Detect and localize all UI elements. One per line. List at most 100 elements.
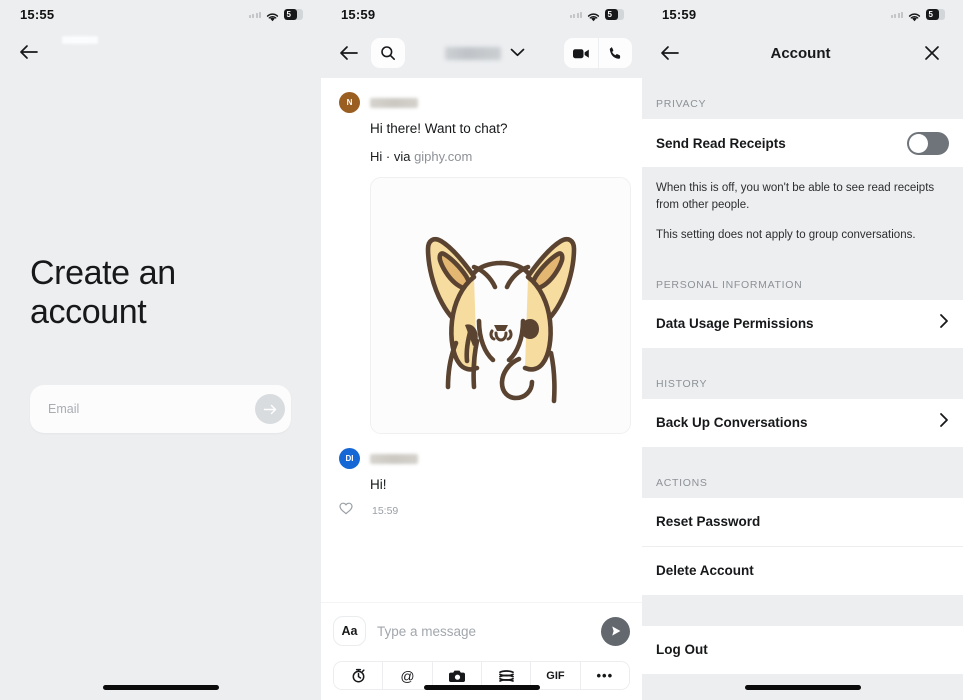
chat-nav-bar <box>321 28 642 78</box>
message-outgoing: DI Hi! 15:59 <box>321 448 642 520</box>
wifi-icon <box>266 9 279 22</box>
row-log-out[interactable]: Log Out <box>642 625 963 674</box>
status-time: 15:59 <box>662 6 697 22</box>
row-label: Delete Account <box>656 563 754 579</box>
message-body: Hi! <box>370 476 624 494</box>
sender-name-redacted <box>370 453 418 464</box>
section-gap <box>642 594 963 626</box>
message-meta: 15:59 <box>339 502 624 520</box>
panel-create-account: 15:55 5 Create an account <box>0 0 321 700</box>
panel-chat: 15:59 5 N Hi there! Want to chat? Hi · v… <box>321 0 642 700</box>
submit-email-button[interactable] <box>255 394 285 425</box>
gif-attribution: Hi · via giphy.com <box>370 149 624 164</box>
chevron-right-icon <box>939 412 949 433</box>
phone-call-icon[interactable] <box>598 38 632 68</box>
section-header-actions: ACTIONS <box>642 472 963 498</box>
battery-level: 5 <box>928 9 933 19</box>
status-indicators: 5 <box>890 8 945 22</box>
message-text: Hi! <box>370 477 387 493</box>
corgi-illustration <box>425 236 576 404</box>
status-indicators: 5 <box>248 8 303 22</box>
message-input[interactable] <box>377 623 590 639</box>
battery-level: 5 <box>286 9 291 19</box>
back-arrow-icon[interactable] <box>333 38 363 68</box>
conversation-title[interactable] <box>413 44 556 62</box>
close-icon[interactable] <box>917 38 947 68</box>
more-options-icon[interactable]: ••• <box>580 662 629 689</box>
search-icon[interactable] <box>371 38 405 68</box>
status-time: 15:59 <box>341 6 376 22</box>
message-text: Hi there! Want to chat? <box>370 121 508 136</box>
email-input[interactable] <box>48 402 255 417</box>
row-reset-password[interactable]: Reset Password <box>642 497 963 546</box>
page-title: Account <box>770 44 831 62</box>
read-receipts-toggle[interactable] <box>907 131 949 155</box>
row-label: Reset Password <box>656 514 761 530</box>
home-indicator <box>744 685 861 690</box>
wifi-icon <box>587 9 600 22</box>
note-line-1: When this is off, you won't be able to s… <box>656 182 935 212</box>
avatar: DI <box>339 448 360 470</box>
section-gap <box>642 446 963 473</box>
composer-row: Aa <box>333 613 630 649</box>
call-actions <box>564 38 632 68</box>
signup-body: Create an account <box>0 254 321 434</box>
signal-dots-icon <box>248 10 261 18</box>
send-icon[interactable] <box>601 616 630 646</box>
row-label: Log Out <box>656 642 708 658</box>
gif-attachment[interactable] <box>370 177 631 435</box>
chevron-down-icon[interactable] <box>510 44 525 62</box>
row-delete-account[interactable]: Delete Account <box>642 546 963 595</box>
message-header: N <box>339 92 624 113</box>
giphy-link[interactable]: giphy.com <box>414 149 472 164</box>
message-timestamp: 15:59 <box>372 505 399 518</box>
back-arrow-icon[interactable] <box>13 37 43 67</box>
status-indicators: 5 <box>569 8 624 22</box>
message-incoming: N Hi there! Want to chat? Hi · via giphy… <box>321 92 642 435</box>
video-call-icon[interactable] <box>564 38 598 68</box>
status-time: 15:55 <box>20 6 55 22</box>
home-indicator <box>102 685 219 690</box>
row-label: Back Up Conversations <box>656 415 808 431</box>
chevron-right-icon <box>939 313 949 334</box>
note-line-2: This setting does not apply to group con… <box>656 228 916 241</box>
row-send-read-receipts[interactable]: Send Read Receipts <box>642 119 963 167</box>
battery-icon: 5 <box>926 8 945 20</box>
row-label: Send Read Receipts <box>656 135 786 151</box>
section-header-personal-information: PERSONAL INFORMATION <box>642 258 963 300</box>
status-bar: 15:55 5 <box>0 0 321 28</box>
section-gap <box>642 347 963 374</box>
row-label: Data Usage Permissions <box>656 316 814 332</box>
signal-dots-icon <box>890 10 903 18</box>
text-format-icon[interactable]: Aa <box>333 616 366 646</box>
row-back-up-conversations[interactable]: Back Up Conversations <box>642 398 963 447</box>
message-body: Hi there! Want to chat? Hi · via giphy.c… <box>370 120 631 435</box>
timer-icon[interactable] <box>334 662 384 689</box>
row-data-usage-permissions[interactable]: Data Usage Permissions <box>642 299 963 348</box>
battery-icon: 5 <box>284 8 303 20</box>
status-bar: 15:59 5 <box>321 0 642 28</box>
back-arrow-icon[interactable] <box>654 38 684 68</box>
email-field-wrapper[interactable] <box>30 385 291 434</box>
read-receipts-note: When this is off, you won't be able to s… <box>642 167 963 259</box>
home-indicator <box>423 685 540 690</box>
page-title: Create an account <box>30 254 176 332</box>
redacted-label <box>62 36 98 44</box>
battery-icon: 5 <box>605 8 624 20</box>
heart-icon[interactable] <box>339 502 353 520</box>
battery-level: 5 <box>607 9 612 19</box>
contact-name-redacted <box>444 46 501 60</box>
toggle-knob <box>909 133 928 153</box>
section-header-history: HISTORY <box>642 373 963 399</box>
wifi-icon <box>908 9 921 22</box>
section-header-privacy: PRIVACY <box>642 78 963 119</box>
three-panel-screenshot: 15:55 5 Create an account Email 15:59 5 … <box>0 0 963 700</box>
panel-account-settings: 15:59 5 Account PRIVACY Send Read Receip… <box>642 0 963 700</box>
attribution-prefix: Hi · via <box>370 149 415 165</box>
status-bar: 15:59 5 <box>642 0 963 28</box>
account-nav-bar: Account <box>642 28 963 78</box>
signup-nav-bar <box>0 28 321 76</box>
avatar: N <box>339 92 360 113</box>
sender-name-redacted <box>370 97 418 108</box>
message-header: DI <box>339 448 624 470</box>
